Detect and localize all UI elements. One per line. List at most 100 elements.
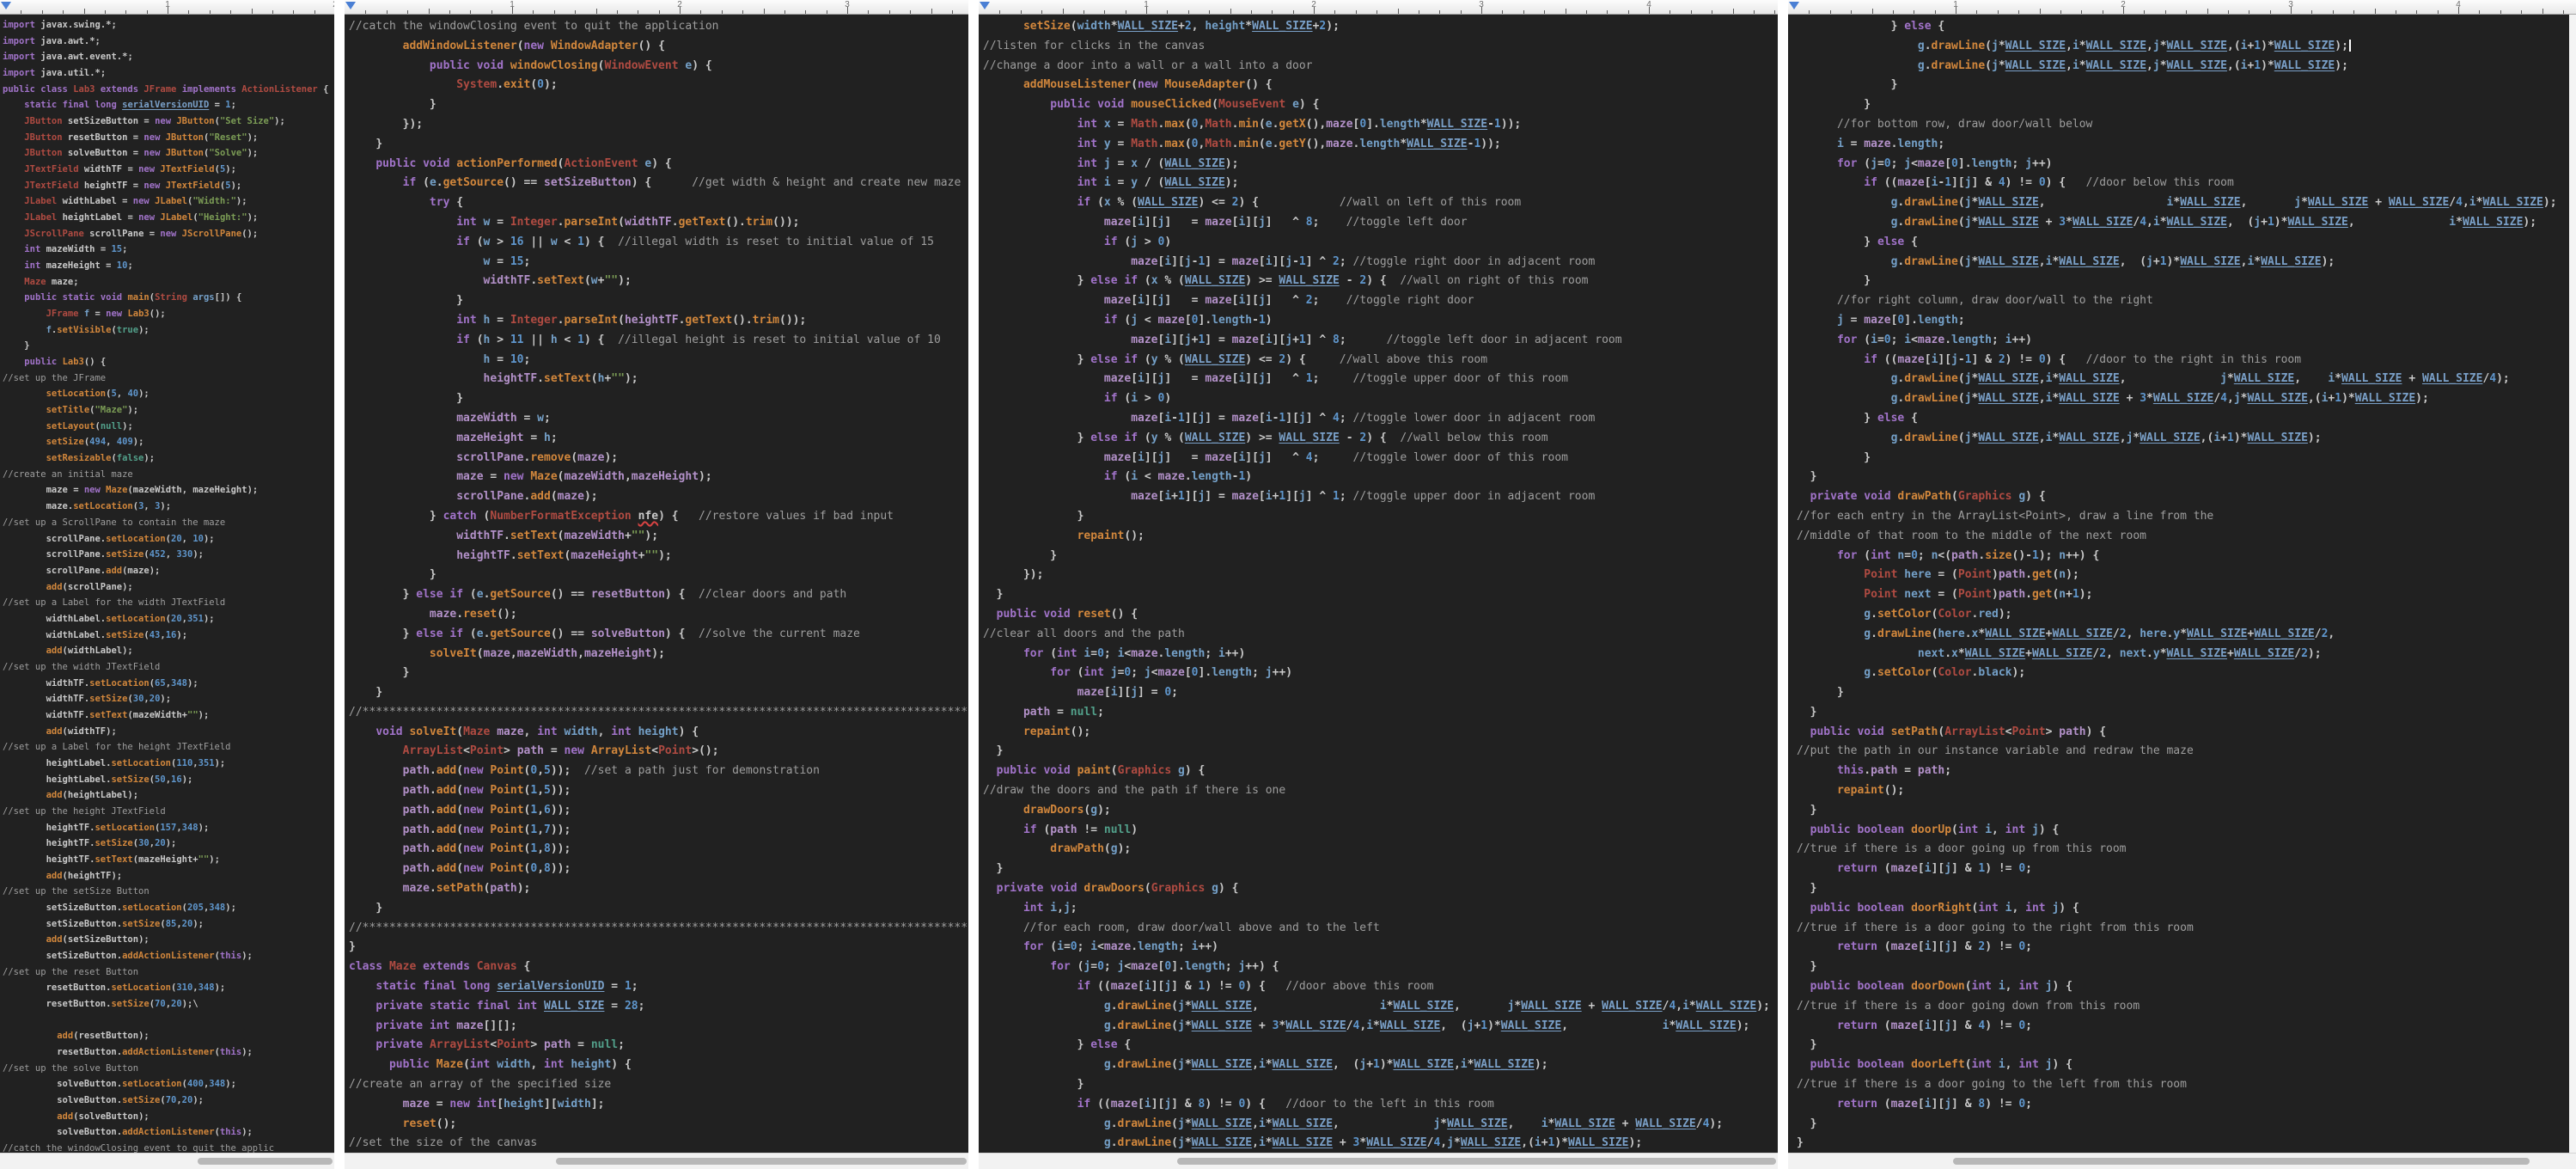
comment-token: //listen for clicks in the canvas xyxy=(983,39,1206,52)
code-line: } xyxy=(983,585,1778,605)
code-line: add(widthTF); xyxy=(3,724,334,740)
ruler-tick xyxy=(2416,10,2417,14)
code-token: 409 xyxy=(116,437,133,448)
code-token: ) xyxy=(1487,1019,1494,1032)
code-token: ] xyxy=(1205,411,1212,425)
code-line: scrollPane.add(maze); xyxy=(3,563,334,579)
code-token: [ xyxy=(1252,450,1259,464)
code-token: if xyxy=(456,333,470,346)
code-token: JFrame xyxy=(143,83,177,95)
horizontal-scrollbar[interactable] xyxy=(0,1153,334,1169)
code-token: serialVersionUID xyxy=(122,100,210,111)
code-token: . xyxy=(504,529,510,542)
horizontal-scrollbar[interactable] xyxy=(345,1153,968,1169)
code-token: scrollPane xyxy=(46,565,101,576)
vertical-scrollbar-track[interactable] xyxy=(2569,15,2576,1154)
code-line: //set up the height JTextField xyxy=(3,804,334,820)
code-token: ] xyxy=(1164,450,1172,464)
code-token: WALL_SIZE xyxy=(1184,274,1246,288)
ruler-tick xyxy=(1544,10,1545,14)
code-token: ] xyxy=(1171,1097,1178,1111)
horizontal-scrollbar[interactable] xyxy=(1788,1153,2576,1169)
horizontal-scrollbar-thumb[interactable] xyxy=(556,1158,967,1165)
code-token: . xyxy=(1944,646,1952,660)
horizontal-scrollbar[interactable] xyxy=(979,1153,1778,1169)
code-line: public boolean doorLeft(int i, int j) { xyxy=(1797,1056,2569,1075)
code-token: j xyxy=(1964,215,1972,229)
code-token: y xyxy=(1131,176,1138,190)
code-token: new xyxy=(463,764,484,778)
ruler-tick xyxy=(365,10,366,14)
code-token: j xyxy=(1131,235,1138,248)
code-token: , xyxy=(2226,215,2234,229)
code-token: - xyxy=(1346,274,1353,288)
code-token: = xyxy=(127,212,133,223)
code-token: setText xyxy=(537,274,584,288)
code-token: ; xyxy=(1131,666,1138,680)
code-token: nfe xyxy=(638,509,659,523)
indent-marker-icon[interactable] xyxy=(1,2,11,9)
code-token: scrollPane xyxy=(67,581,123,592)
code-token: ] xyxy=(1305,254,1313,268)
code-token: i xyxy=(1871,333,1877,346)
code-token: ) xyxy=(2496,372,2503,386)
code-token: ) xyxy=(2038,548,2046,562)
code-line: private static final int WALL_SIZE = 28; xyxy=(349,997,968,1017)
code-token: try xyxy=(429,196,450,210)
code-line: g.drawLine(j*WALL_SIZE,i*WALL_SIZE + 3*W… xyxy=(1797,389,2569,409)
code-token: } xyxy=(1022,568,1030,582)
code-token: ; xyxy=(198,1095,204,1106)
code-token: ; xyxy=(149,453,156,464)
code-token: WALL_SIZE xyxy=(2031,646,2093,660)
code-editor[interactable]: import javax.swing.*; import java.awt.*; i… xyxy=(0,15,334,1154)
code-token: { xyxy=(2066,980,2072,994)
code-token: ; xyxy=(1070,901,1077,915)
code-line: setSize(width*WALL_SIZE+2, height*WALL_S… xyxy=(983,17,1778,37)
code-token: = xyxy=(2005,940,2012,954)
code-token: i xyxy=(1998,1058,2005,1072)
code-token: > xyxy=(530,1038,538,1052)
code-token: resetButton xyxy=(46,982,107,994)
horizontal-scrollbar-thumb[interactable] xyxy=(198,1158,333,1165)
indent-marker-icon[interactable] xyxy=(980,2,990,9)
code-token: } xyxy=(1810,705,1817,719)
code-token: , xyxy=(181,533,187,544)
code-token: , xyxy=(1521,1136,1529,1150)
code-token: . xyxy=(1110,1019,1118,1032)
code-editor[interactable]: } else { g.drawLine(j*WALL_SIZE,i*WALL_S… xyxy=(1788,15,2569,1154)
code-token: ; xyxy=(2549,196,2557,210)
code-token: } xyxy=(1050,548,1058,562)
indent-marker-icon[interactable] xyxy=(1789,2,1799,9)
ruler-tick xyxy=(2018,10,2019,14)
code-token: drawDoors xyxy=(1022,803,1084,817)
code-token: ( xyxy=(1097,196,1104,210)
code-token: e xyxy=(1292,98,1299,112)
ruler-tick xyxy=(2060,10,2061,14)
ruler: 123 xyxy=(345,0,968,15)
code-token: WALL_SIZE xyxy=(1978,372,2039,386)
code-token: < xyxy=(1144,313,1151,327)
code-token: private xyxy=(996,882,1044,896)
code-editor[interactable]: //catch the windowClosing event to quit … xyxy=(345,15,968,1154)
code-line: setSizeButton.setLocation(205,348); xyxy=(3,900,334,916)
code-line: return (maze[i][j] & 2) != 0; xyxy=(1797,938,2569,958)
code-line: } else if (x % (WALL_SIZE) >= WALL_SIZE … xyxy=(983,272,1778,291)
indent-marker-icon[interactable] xyxy=(345,2,356,9)
code-editor[interactable]: setSize(width*WALL_SIZE+2, height*WALL_S… xyxy=(979,15,1778,1154)
code-token: maze xyxy=(127,565,150,576)
code-token: new xyxy=(463,803,484,817)
code-token: . xyxy=(1178,960,1185,974)
ruler-tick xyxy=(230,10,231,14)
code-token: setTitle xyxy=(46,405,90,416)
horizontal-scrollbar-thumb[interactable] xyxy=(1177,1158,1776,1165)
code-token: j xyxy=(1964,196,1972,210)
code-token: ( xyxy=(469,588,477,602)
comment-token: //**************************************… xyxy=(349,705,968,719)
code-token: & xyxy=(1184,1097,1192,1111)
code-token: = xyxy=(1191,294,1199,308)
ruler-tick xyxy=(931,9,932,14)
code-token: j xyxy=(1178,1058,1185,1072)
code-token: swing xyxy=(73,20,101,30)
code-token: drawLine xyxy=(1904,215,1958,229)
horizontal-scrollbar-thumb[interactable] xyxy=(1953,1158,2530,1165)
